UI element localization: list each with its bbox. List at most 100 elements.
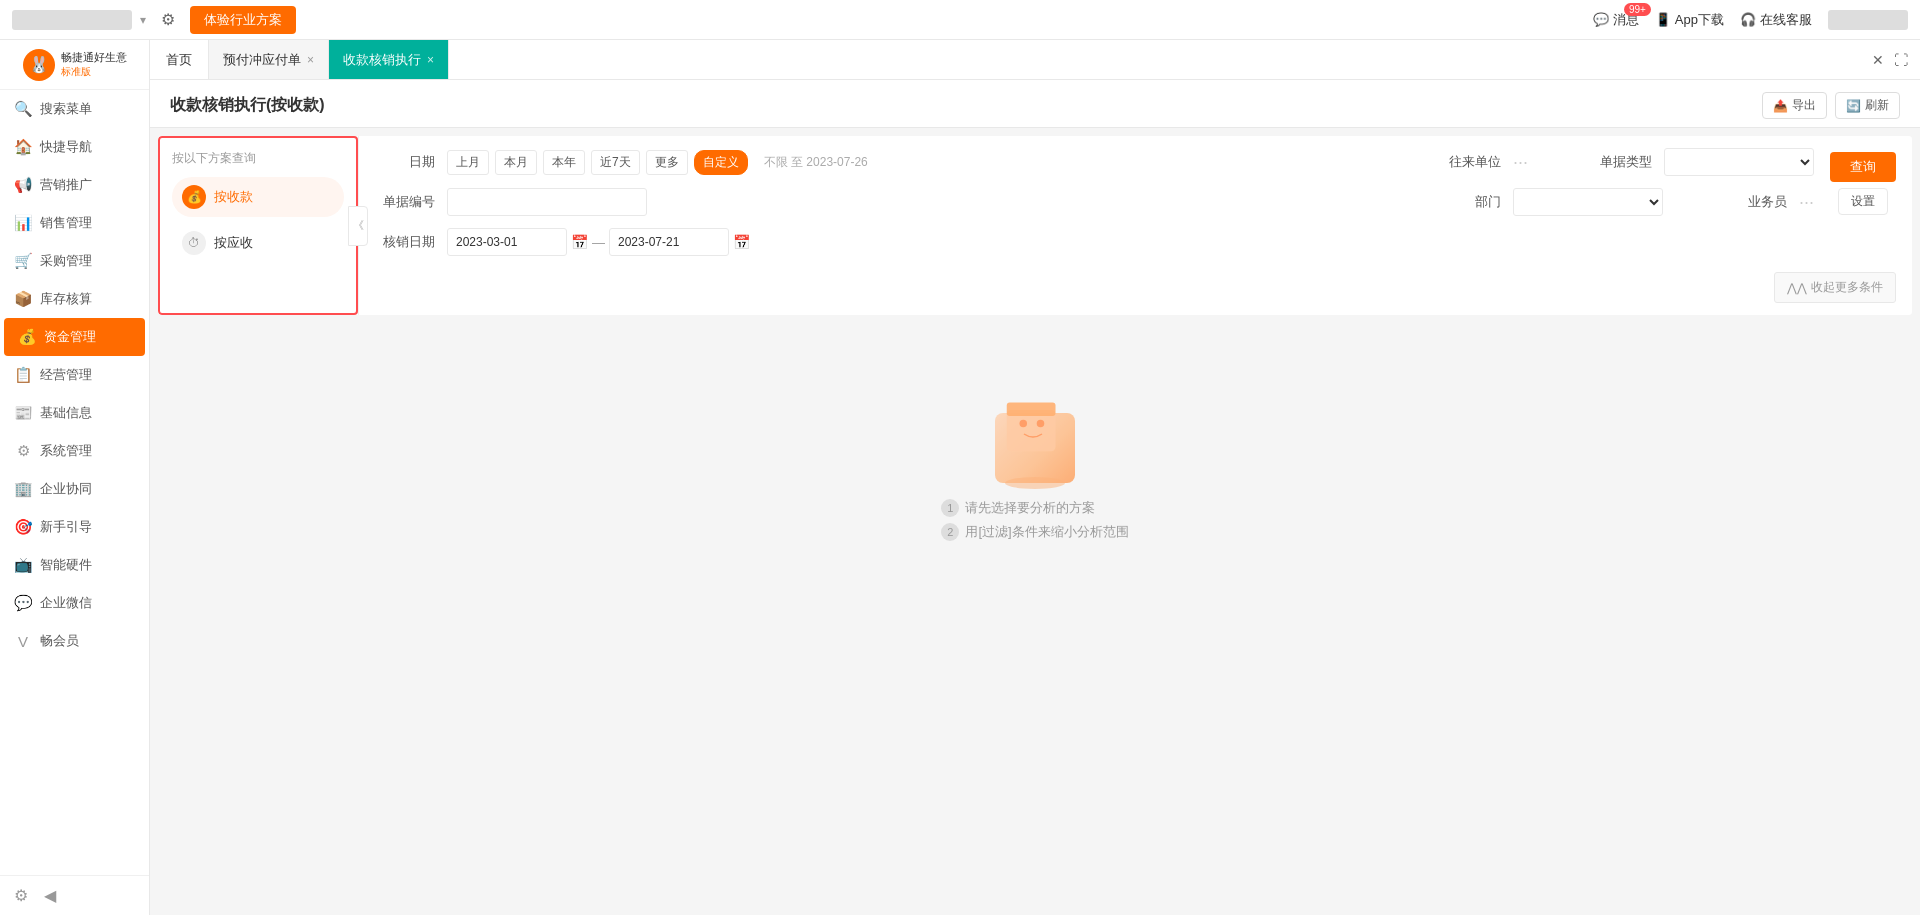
sidebar-label: 企业协同 xyxy=(40,480,135,498)
hardware-icon: 📺 xyxy=(14,556,32,574)
dept-select[interactable] xyxy=(1513,188,1663,216)
close-all-icon[interactable]: ✕ xyxy=(1872,52,1884,68)
sidebar-item-shortcut[interactable]: 🏠 快捷导航 xyxy=(0,128,149,166)
date-btn-this-year[interactable]: 本年 xyxy=(543,150,585,175)
tab-prepay[interactable]: 预付冲应付单 × xyxy=(209,40,329,79)
message-button[interactable]: 💬 消息 99+ xyxy=(1593,11,1639,29)
enterprise-icon: 🏢 xyxy=(14,480,32,498)
date-range-separator: — xyxy=(592,235,605,250)
sidebar-item-enterprise[interactable]: 🏢 企业协同 xyxy=(0,470,149,508)
verify-date-from-input[interactable] xyxy=(447,228,567,256)
dept-label: 部门 xyxy=(1441,193,1501,211)
sidebar-label: 资金管理 xyxy=(44,328,131,346)
content-area: 首页 预付冲应付单 × 收款核销执行 × ✕ ⛶ 收款核销执行(按收款) 📤 xyxy=(150,40,1920,915)
page-header: 收款核销执行(按收款) 📤 导出 🔄 刷新 xyxy=(150,80,1920,128)
date-btn-last-month[interactable]: 上月 xyxy=(447,150,489,175)
collapse-more-button[interactable]: ⋀⋀ 收起更多条件 xyxy=(1774,272,1896,303)
sidebar-item-operations[interactable]: 📋 经营管理 xyxy=(0,356,149,394)
finance-icon: 💰 xyxy=(18,328,36,346)
verify-date-to-input[interactable] xyxy=(609,228,729,256)
collapse-sidebar-icon[interactable]: ◀ xyxy=(44,886,56,905)
export-icon: 📤 xyxy=(1773,99,1788,113)
online-service-button[interactable]: 🎧 在线客服 xyxy=(1740,11,1812,29)
sidebar: 🐰 畅捷通好生意 标准版 🔍 搜索菜单 🏠 快捷导航 📢 营销推广 📊 销售管理… xyxy=(0,40,150,915)
verify-date-to-calendar-icon[interactable]: 📅 xyxy=(733,234,750,250)
tab-bar-right: ✕ ⛶ xyxy=(1860,40,1920,79)
query-button[interactable]: 查询 xyxy=(1830,152,1896,182)
gear-button[interactable]: ⚙ xyxy=(154,6,182,34)
date-unlimited-text: 不限 至 2023-07-26 xyxy=(764,154,868,171)
marketing-icon: 📢 xyxy=(14,176,32,194)
sidebar-item-guide[interactable]: 🎯 新手引导 xyxy=(0,508,149,546)
phone-icon: 📱 xyxy=(1655,12,1671,27)
tab-collection-close[interactable]: × xyxy=(427,53,434,67)
hint-num-2: 2 xyxy=(941,523,959,541)
sidebar-item-wechat[interactable]: 💬 企业微信 xyxy=(0,584,149,622)
date-btn-7days[interactable]: 近7天 xyxy=(591,150,640,175)
svg-point-2 xyxy=(1020,420,1028,428)
sidebar-item-finance[interactable]: 💰 资金管理 xyxy=(4,318,145,356)
filter-option-receipt[interactable]: 💰 按收款 xyxy=(172,177,344,217)
filter-option-receivable[interactable]: ⏱ 按应收 xyxy=(172,223,344,263)
wechat-icon: 💬 xyxy=(14,594,32,612)
sidebar-item-sales[interactable]: 📊 销售管理 xyxy=(0,204,149,242)
staff-label: 业务员 xyxy=(1727,193,1787,211)
svg-point-3 xyxy=(1037,420,1045,428)
system-icon: ⚙ xyxy=(14,442,32,460)
sidebar-label: 基础信息 xyxy=(40,404,135,422)
tab-home[interactable]: 首页 xyxy=(150,40,209,79)
stock-icon: 📦 xyxy=(14,290,32,308)
svg-rect-1 xyxy=(1007,403,1056,417)
doc-type-select[interactable] xyxy=(1664,148,1814,176)
operations-icon: 📋 xyxy=(14,366,32,384)
sidebar-item-basic[interactable]: 📰 基础信息 xyxy=(0,394,149,432)
sidebar-item-marketing[interactable]: 📢 营销推广 xyxy=(0,166,149,204)
export-button[interactable]: 📤 导出 xyxy=(1762,92,1827,119)
sidebar-item-purchase[interactable]: 🛒 采购管理 xyxy=(0,242,149,280)
date-btn-more[interactable]: 更多 xyxy=(646,150,688,175)
date-btn-custom[interactable]: 自定义 xyxy=(694,150,748,175)
filter-row-date: 日期 上月 本月 本年 近7天 更多 自定义 不限 至 2023-07-26 xyxy=(375,148,1814,176)
sidebar-logo: 🐰 畅捷通好生意 标准版 xyxy=(0,40,149,90)
tab-collection[interactable]: 收款核销执行 × xyxy=(329,40,449,79)
filter-area: 按以下方案查询 💰 按收款 ⏱ 按应收 《 xyxy=(158,136,1912,315)
settings-bottom-icon[interactable]: ⚙ xyxy=(14,886,28,905)
headset-icon: 🎧 xyxy=(1740,12,1756,27)
sidebar-item-member[interactable]: V 畅会员 xyxy=(0,622,149,660)
logo-icon: 🐰 xyxy=(23,49,55,81)
svg-rect-0 xyxy=(1007,410,1056,451)
tab-prepay-label: 预付冲应付单 xyxy=(223,51,301,69)
sidebar-item-hardware[interactable]: 📺 智能硬件 xyxy=(0,546,149,584)
header-actions: 📤 导出 🔄 刷新 xyxy=(1762,92,1900,119)
sidebar-label: 企业微信 xyxy=(40,594,135,612)
chevron-down-icon[interactable]: ▾ xyxy=(140,13,146,27)
tab-bar: 首页 预付冲应付单 × 收款核销执行 × ✕ ⛶ xyxy=(150,40,1920,80)
sidebar-item-stock[interactable]: 📦 库存核算 xyxy=(0,280,149,318)
refresh-button[interactable]: 🔄 刷新 xyxy=(1835,92,1900,119)
sidebar-item-search[interactable]: 🔍 搜索菜单 xyxy=(0,90,149,128)
counterpart-ellipsis: ··· xyxy=(1513,148,1528,176)
page-title: 收款核销执行(按收款) xyxy=(170,95,325,116)
sidebar-item-system[interactable]: ⚙ 系统管理 xyxy=(0,432,149,470)
sidebar-label: 新手引导 xyxy=(40,518,135,536)
sidebar-label: 畅会员 xyxy=(40,632,135,650)
setting-button[interactable]: 设置 xyxy=(1838,188,1888,215)
verify-date-from-calendar-icon[interactable]: 📅 xyxy=(571,234,588,250)
receipt-label: 按收款 xyxy=(214,188,253,206)
date-btn-this-month[interactable]: 本月 xyxy=(495,150,537,175)
page-content: 收款核销执行(按收款) 📤 导出 🔄 刷新 按以下方案查询 xyxy=(150,80,1920,915)
app-download-button[interactable]: 📱 App下载 xyxy=(1655,11,1724,29)
sidebar-label: 系统管理 xyxy=(40,442,135,460)
empty-hint-2: 2 用[过滤]条件来缩小分析范围 xyxy=(941,523,1128,541)
sidebar-label: 营销推广 xyxy=(40,176,135,194)
maximize-icon[interactable]: ⛶ xyxy=(1894,52,1908,68)
tab-prepay-close[interactable]: × xyxy=(307,53,314,67)
sidebar-label: 快捷导航 xyxy=(40,138,135,156)
empty-state: 1 请先选择要分析的方案 2 用[过滤]条件来缩小分析范围 xyxy=(150,323,1920,601)
industry-solution-button[interactable]: 体验行业方案 xyxy=(190,6,296,34)
empty-hints: 1 请先选择要分析的方案 2 用[过滤]条件来缩小分析范围 xyxy=(941,499,1128,541)
filter-panel-collapse-button[interactable]: 《 xyxy=(348,206,368,246)
doc-number-label: 单据编号 xyxy=(375,193,435,211)
refresh-icon: 🔄 xyxy=(1846,99,1861,113)
doc-number-input[interactable] xyxy=(447,188,647,216)
